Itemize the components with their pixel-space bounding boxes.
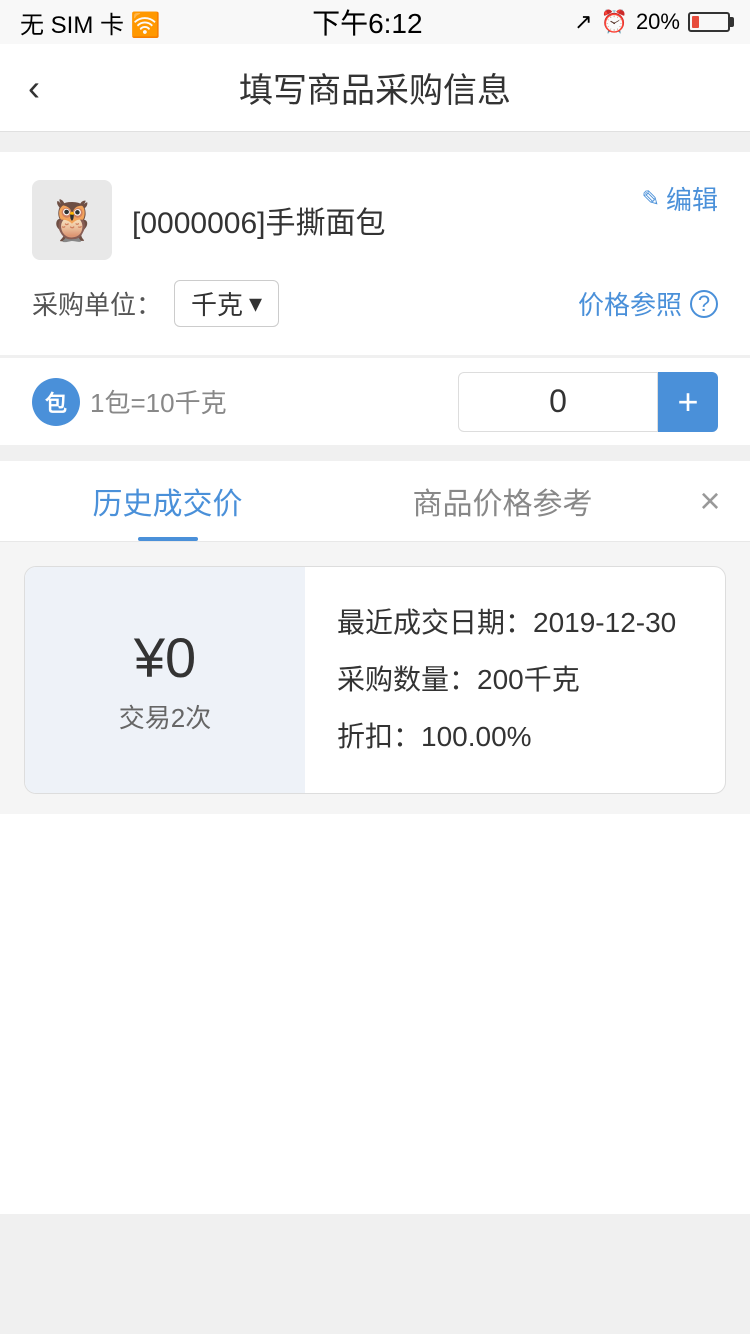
purchase-qty-label: 采购数量： — [337, 664, 477, 695]
back-button[interactable]: ‹ — [28, 67, 40, 109]
battery-fill — [692, 16, 699, 28]
price-value: 0 — [165, 626, 196, 689]
battery-icon — [688, 12, 730, 32]
tabs-panel: 历史成交价 商品价格参考 × ¥0 交易2次 最近成交日期：2019-12-30… — [0, 461, 750, 814]
product-logo-icon: 🦉 — [47, 197, 97, 244]
bag-conversion-text: 1包=10千克 — [90, 383, 227, 420]
sim-wifi-text: 无 SIM 卡 🛜 — [20, 5, 161, 40]
bag-icon: 包 — [32, 378, 80, 426]
alarm-icon: ⏰ — [601, 9, 628, 35]
purchase-unit: 采购单位： 千克 ▾ — [32, 280, 279, 327]
product-header: 🦉 [0000006]手撕面包 ✎ 编辑 — [32, 180, 718, 260]
nav-bar: ‹ 填写商品采购信息 — [0, 44, 750, 132]
bag-icon-label: 包 — [45, 386, 67, 418]
currency-symbol: ¥ — [134, 626, 165, 689]
close-icon: × — [699, 480, 720, 522]
recent-date-label: 最近成交日期： — [337, 607, 533, 638]
unit-value: 千克 — [191, 285, 243, 322]
quantity-plus-button[interactable]: + — [658, 372, 718, 432]
price-ref-label: 价格参照 — [578, 285, 682, 322]
info-transactions: 交易2次 — [119, 698, 211, 735]
quantity-input-area: + — [458, 372, 718, 432]
info-right-panel: 最近成交日期：2019-12-30 采购数量：200千克 折扣：100.00% — [305, 567, 725, 793]
price-ref-help-icon: ? — [690, 290, 718, 318]
section-divider — [0, 445, 750, 461]
edit-button[interactable]: ✎ 编辑 — [642, 180, 718, 217]
edit-label: 编辑 — [666, 180, 718, 217]
product-left: 🦉 [0000006]手撕面包 — [32, 180, 385, 260]
battery-percent: 20% — [636, 9, 680, 35]
quantity-input[interactable] — [458, 372, 658, 432]
info-card: ¥0 交易2次 最近成交日期：2019-12-30 采购数量：200千克 折扣：… — [24, 566, 726, 794]
status-left: 无 SIM 卡 🛜 — [20, 5, 161, 40]
unit-select-dropdown[interactable]: 千克 ▾ — [174, 280, 279, 327]
info-price: ¥0 — [134, 625, 196, 690]
tab-close-button[interactable]: × — [670, 461, 750, 541]
info-discount-row: 折扣：100.00% — [337, 717, 693, 756]
recent-date-value: 2019-12-30 — [533, 607, 676, 638]
product-thumbnail: 🦉 — [32, 180, 112, 260]
discount-value: 100.00% — [421, 721, 532, 752]
product-name: [0000006]手撕面包 — [132, 198, 385, 242]
tab-history-price-label: 历史成交价 — [93, 479, 243, 523]
white-bottom-area — [0, 814, 750, 1214]
purchase-unit-label: 采购单位： — [32, 285, 162, 322]
purchase-qty-value: 200千克 — [477, 664, 580, 695]
info-recent-date-row: 最近成交日期：2019-12-30 — [337, 603, 693, 642]
product-bottom: 采购单位： 千克 ▾ 价格参照 ? — [32, 280, 718, 327]
price-ref-button[interactable]: 价格参照 ? — [578, 285, 718, 322]
product-card: 🦉 [0000006]手撕面包 ✎ 编辑 采购单位： 千克 ▾ 价格参照 ? — [0, 152, 750, 355]
location-icon: ↗ — [574, 9, 592, 35]
status-bar: 无 SIM 卡 🛜 下午6:12 ↗ ⏰ 20% — [0, 0, 750, 44]
status-time: 下午6:12 — [312, 2, 423, 42]
tab-history-price[interactable]: 历史成交价 — [0, 461, 335, 541]
plus-icon: + — [677, 381, 698, 423]
status-right: ↗ ⏰ 20% — [574, 9, 730, 35]
tab-product-price-ref[interactable]: 商品价格参考 — [335, 461, 670, 541]
tabs-header: 历史成交价 商品价格参考 × — [0, 461, 750, 542]
discount-label: 折扣： — [337, 721, 421, 752]
page-title: 填写商品采购信息 — [239, 63, 511, 112]
quantity-label: 包 1包=10千克 — [32, 378, 227, 426]
tab-product-price-ref-label: 商品价格参考 — [413, 479, 593, 523]
info-purchase-qty-row: 采购数量：200千克 — [337, 660, 693, 699]
dropdown-arrow-icon: ▾ — [249, 288, 262, 319]
edit-icon: ✎ — [642, 186, 660, 212]
info-left-panel: ¥0 交易2次 — [25, 567, 305, 793]
quantity-row: 包 1包=10千克 + — [0, 357, 750, 445]
